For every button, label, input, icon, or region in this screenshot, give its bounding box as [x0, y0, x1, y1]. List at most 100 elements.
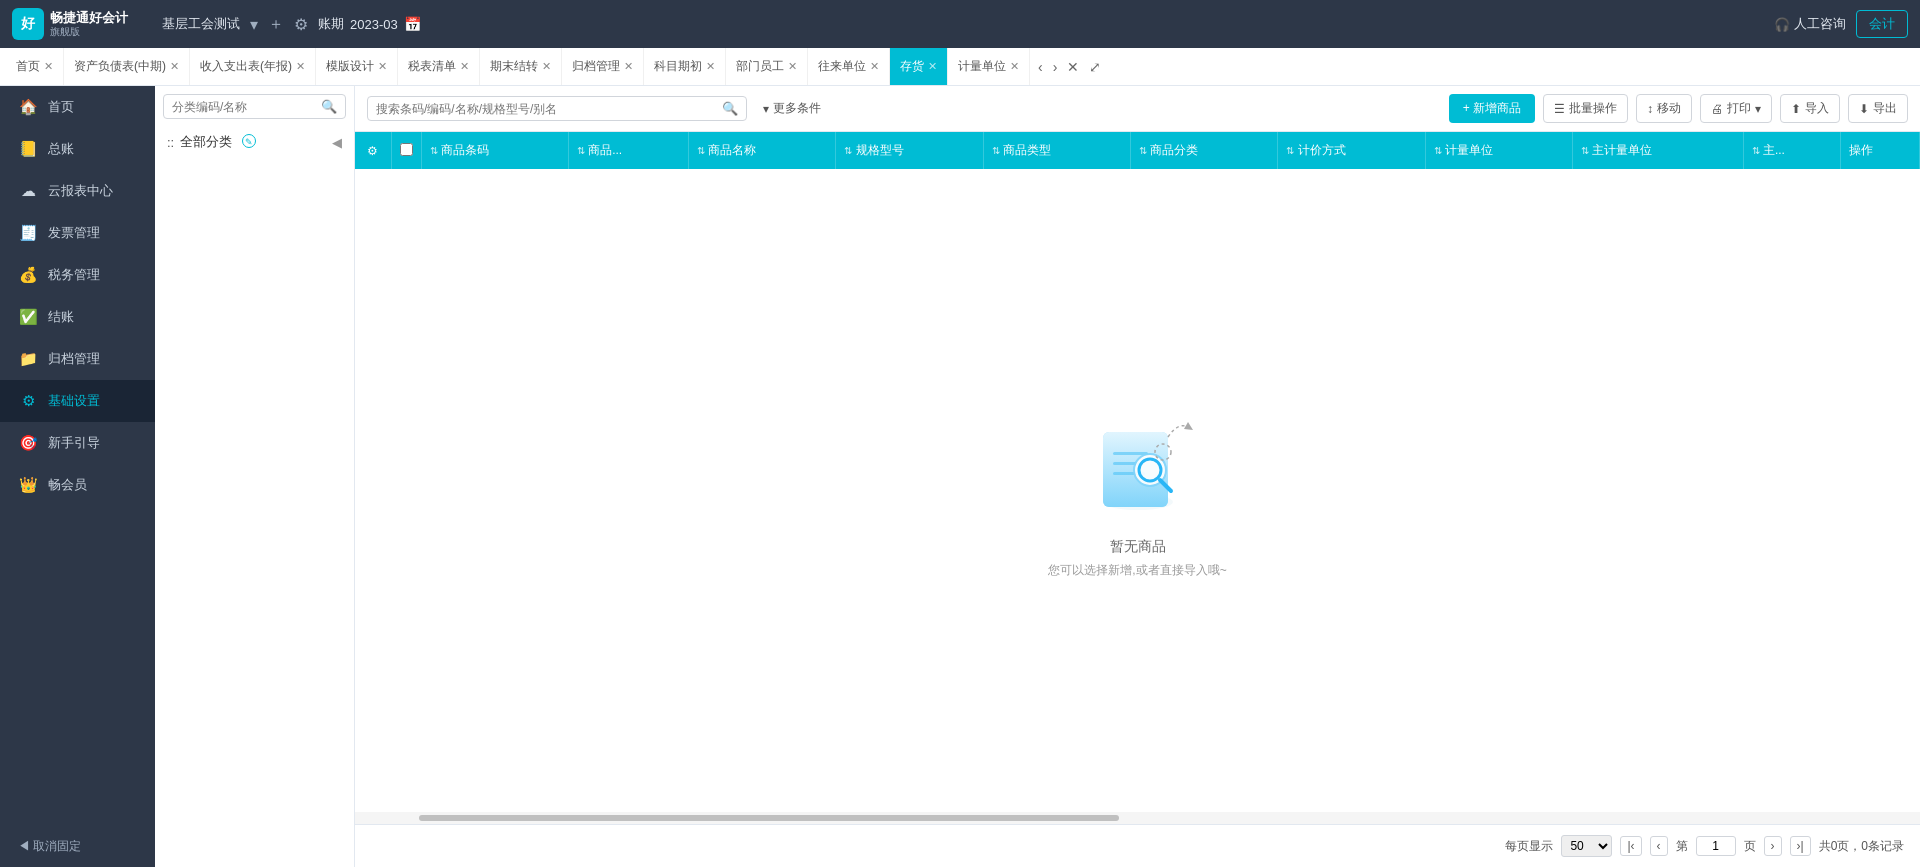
company-name[interactable]: 基层工会测试: [162, 15, 240, 33]
empty-title: 暂无商品: [1110, 538, 1166, 556]
col-barcode[interactable]: ⇅ 商品条码: [421, 132, 568, 169]
tab-subject[interactable]: 科目期初 ✕: [644, 48, 726, 85]
tab-contacts[interactable]: 往来单位 ✕: [808, 48, 890, 85]
tab-close-icon[interactable]: ✕: [170, 60, 179, 73]
settings-sidebar-icon: ⚙: [18, 392, 38, 410]
customer-service-btn[interactable]: 🎧 人工咨询: [1774, 15, 1846, 33]
print-button[interactable]: 🖨 打印 ▾: [1700, 94, 1772, 123]
sort-icon: ⇅: [992, 145, 1000, 156]
search-icon[interactable]: 🔍: [321, 99, 337, 114]
search-bar-icon[interactable]: 🔍: [722, 101, 738, 116]
col-spec[interactable]: ⇅ 规格型号: [836, 132, 983, 169]
sort-icon: ⇅: [697, 145, 705, 156]
tab-label: 存货: [900, 58, 924, 75]
tab-label: 资产负债表(中期): [74, 58, 166, 75]
page-number-input[interactable]: [1696, 836, 1736, 856]
col-price-method[interactable]: ⇅ 计价方式: [1278, 132, 1425, 169]
sidebar-item-reports[interactable]: ☁ 云报表中心: [0, 170, 155, 212]
tab-period[interactable]: 期末结转 ✕: [480, 48, 562, 85]
sidebar-item-home[interactable]: 🏠 首页: [0, 86, 155, 128]
ledger-icon: 📒: [18, 140, 38, 158]
col-checkbox[interactable]: [391, 132, 421, 169]
tab-close-icon[interactable]: ✕: [928, 60, 937, 73]
calendar-icon[interactable]: 📅: [404, 16, 421, 32]
per-page-select[interactable]: 50 100 200: [1561, 835, 1612, 857]
tab-close-icon[interactable]: ✕: [460, 60, 469, 73]
select-all-checkbox[interactable]: [400, 143, 413, 156]
tab-dept[interactable]: 部门员工 ✕: [726, 48, 808, 85]
col-settings[interactable]: ⚙: [355, 132, 391, 169]
tab-unit[interactable]: 计量单位 ✕: [948, 48, 1030, 85]
col-code[interactable]: ⇅ 商品...: [568, 132, 688, 169]
headset-icon: 🎧: [1774, 17, 1790, 32]
tab-inventory[interactable]: 存货 ✕: [890, 48, 948, 85]
sidebar-item-checkout[interactable]: ✅ 结账: [0, 296, 155, 338]
sidebar-item-archive[interactable]: 📁 归档管理: [0, 338, 155, 380]
product-search-input[interactable]: [376, 102, 716, 116]
tab-close-icon[interactable]: ✕: [706, 60, 715, 73]
sidebar-item-settings[interactable]: ⚙ 基础设置: [0, 380, 155, 422]
sidebar-item-invoice[interactable]: 🧾 发票管理: [0, 212, 155, 254]
tab-close-icon[interactable]: ✕: [1010, 60, 1019, 73]
logo-text: 畅捷通好会计 旗舰版: [50, 10, 128, 38]
last-page-btn[interactable]: ›|: [1790, 836, 1811, 856]
sidebar-item-tax[interactable]: 💰 税务管理: [0, 254, 155, 296]
col-unit[interactable]: ⇅ 计量单位: [1425, 132, 1572, 169]
next-page-btn[interactable]: ›: [1764, 836, 1782, 856]
dropdown-icon[interactable]: ▾: [250, 15, 258, 34]
first-page-btn[interactable]: |‹: [1620, 836, 1641, 856]
cancel-fixed-btn[interactable]: ◀ 取消固定: [0, 826, 155, 867]
settings-icon[interactable]: ⚙: [294, 15, 308, 34]
filter-button[interactable]: ▾ 更多条件: [755, 96, 829, 121]
tab-close-icon[interactable]: ✕: [378, 60, 387, 73]
tab-close-icon[interactable]: ✕: [624, 60, 633, 73]
move-button[interactable]: ↕ 移动: [1636, 94, 1692, 123]
print-icon: 🖨: [1711, 102, 1723, 116]
col-main-unit[interactable]: ⇅ 主计量单位: [1573, 132, 1744, 169]
sort-icon: ⇅: [1752, 145, 1760, 156]
batch-button[interactable]: ☰ 批量操作: [1543, 94, 1628, 123]
category-header[interactable]: :: 全部分类 ✎ ◀: [163, 127, 346, 157]
iam-button[interactable]: 会计: [1856, 10, 1908, 38]
sidebar-item-guide[interactable]: 🎯 新手引导: [0, 422, 155, 464]
prev-page-btn[interactable]: ‹: [1650, 836, 1668, 856]
tab-close-all-btn[interactable]: ✕: [1063, 57, 1083, 77]
tab-asset[interactable]: 资产负债表(中期) ✕: [64, 48, 190, 85]
tab-close-icon[interactable]: ✕: [44, 60, 53, 73]
tab-close-icon[interactable]: ✕: [788, 60, 797, 73]
add-product-button[interactable]: + 新增商品: [1449, 94, 1535, 123]
category-search-input[interactable]: [172, 100, 315, 114]
import-button[interactable]: ⬆ 导入: [1780, 94, 1840, 123]
scroll-thumb[interactable]: [419, 815, 1119, 821]
tab-label: 期末结转: [490, 58, 538, 75]
add-icon[interactable]: ＋: [268, 14, 284, 35]
col-category[interactable]: ⇅ 商品分类: [1131, 132, 1278, 169]
category-edit-icon[interactable]: ✎: [242, 134, 256, 151]
tab-template[interactable]: 模版设计 ✕: [316, 48, 398, 85]
tab-close-icon[interactable]: ✕: [542, 60, 551, 73]
sort-icon: ⇅: [430, 145, 438, 156]
horizontal-scrollbar[interactable]: [355, 812, 1920, 824]
sidebar-item-general-ledger[interactable]: 📒 总账: [0, 128, 155, 170]
tab-tax[interactable]: 税表清单 ✕: [398, 48, 480, 85]
tab-next-btn[interactable]: ›: [1049, 57, 1062, 77]
tab-prev-btn[interactable]: ‹: [1034, 57, 1047, 77]
sidebar-label: 云报表中心: [48, 182, 113, 200]
category-search-box[interactable]: 🔍: [163, 94, 346, 119]
tab-expand-btn[interactable]: ⤢: [1085, 57, 1105, 77]
collapse-icon[interactable]: ◀: [332, 135, 342, 150]
tab-income[interactable]: 收入支出表(年报) ✕: [190, 48, 316, 85]
tab-close-icon[interactable]: ✕: [870, 60, 879, 73]
logo-icon: 好: [12, 8, 44, 40]
tab-close-icon[interactable]: ✕: [296, 60, 305, 73]
export-button[interactable]: ⬇ 导出: [1848, 94, 1908, 123]
col-name[interactable]: ⇅ 商品名称: [689, 132, 836, 169]
tab-archive[interactable]: 归档管理 ✕: [562, 48, 644, 85]
tab-home[interactable]: 首页 ✕: [6, 48, 64, 85]
col-main-code[interactable]: ⇅ 主...: [1743, 132, 1840, 169]
tab-label: 科目期初: [654, 58, 702, 75]
product-search-bar[interactable]: 🔍: [367, 96, 747, 121]
sidebar-item-member[interactable]: 👑 畅会员: [0, 464, 155, 506]
col-type[interactable]: ⇅ 商品类型: [983, 132, 1130, 169]
tab-label: 计量单位: [958, 58, 1006, 75]
